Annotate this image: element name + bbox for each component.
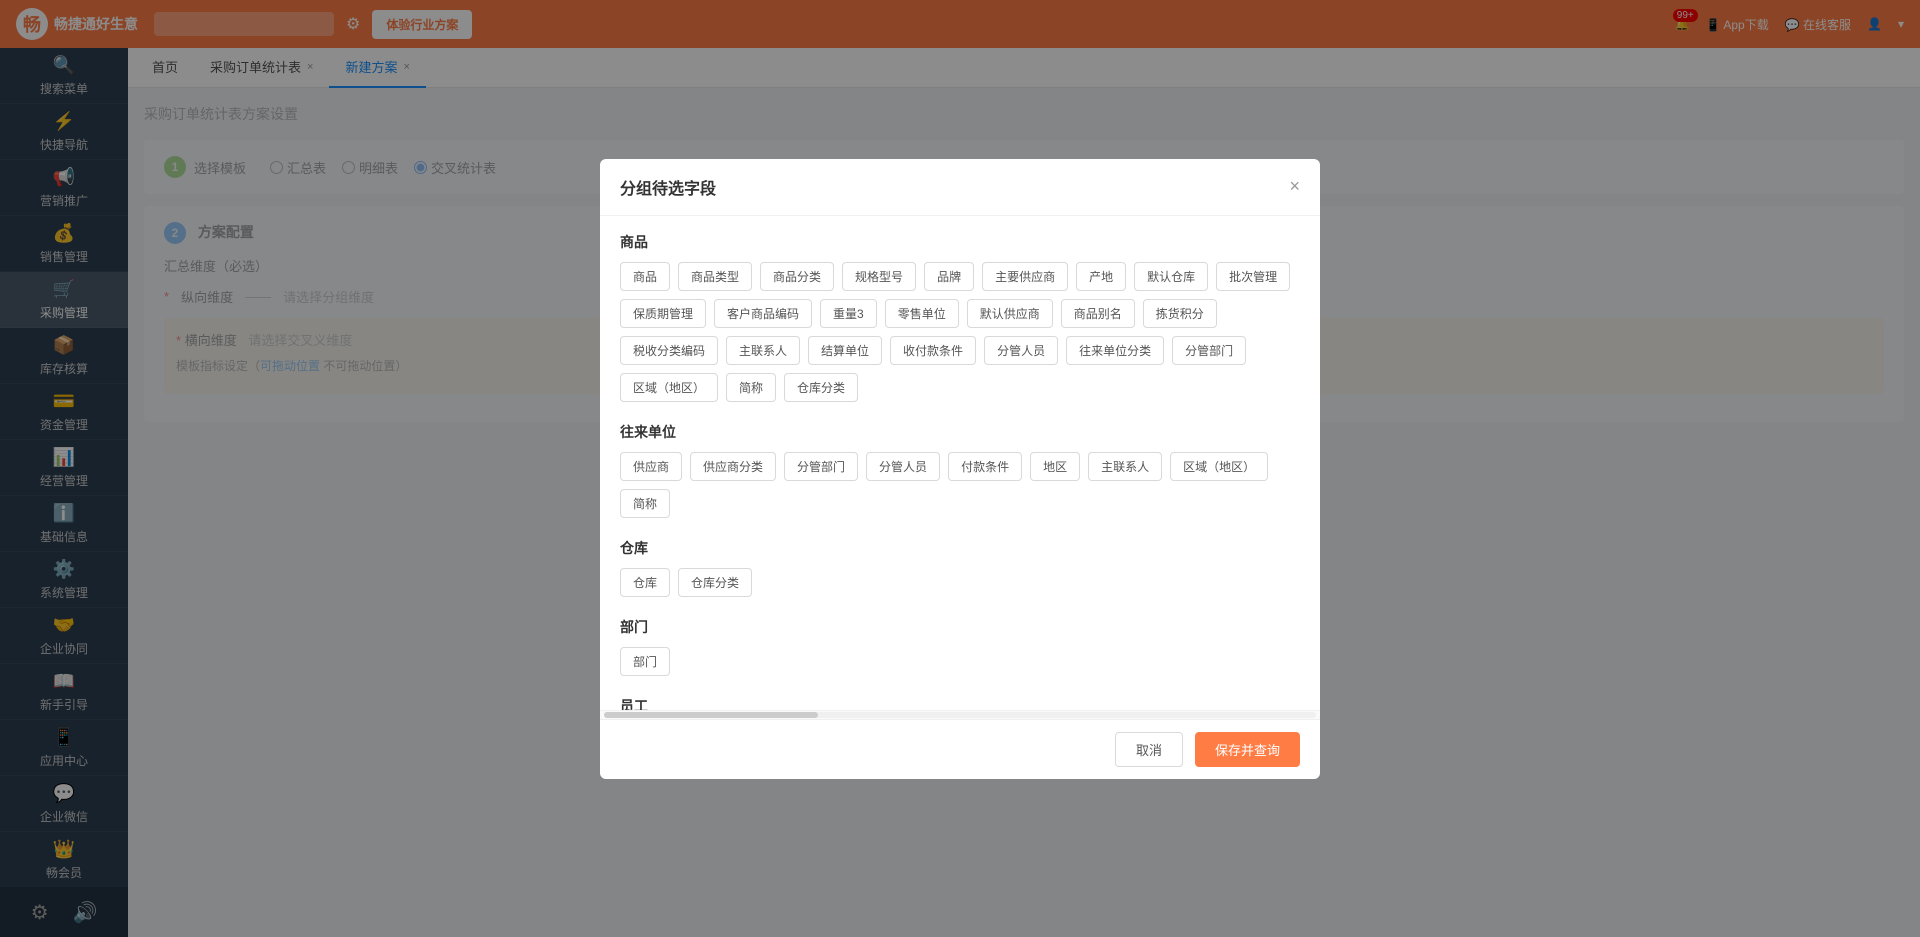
field-tag-default-warehouse[interactable]: 默认仓库 — [1134, 262, 1208, 291]
modal-footer: 取消 保存并查询 — [600, 719, 1320, 779]
modal-cancel-button[interactable]: 取消 — [1115, 732, 1183, 767]
category-warehouse-tags: 仓库 仓库分类 — [620, 568, 1300, 597]
field-tag-main-contact[interactable]: 主联系人 — [726, 336, 800, 365]
category-partner-tags: 供应商 供应商分类 分管部门 分管人员 付款条件 地区 主联系人 区域（地区） … — [620, 452, 1300, 518]
field-tag-product-alias[interactable]: 商品别名 — [1061, 299, 1135, 328]
field-tag-person-charge[interactable]: 分管人员 — [984, 336, 1058, 365]
field-tag-person-partner[interactable]: 分管人员 — [866, 452, 940, 481]
field-tag-customer-code[interactable]: 客户商品编码 — [714, 299, 812, 328]
category-warehouse-title: 仓库 — [620, 538, 1300, 558]
field-tag-product-type[interactable]: 商品类型 — [678, 262, 752, 291]
field-tag-settlement-unit[interactable]: 结算单位 — [808, 336, 882, 365]
category-product: 商品 商品 商品类型 商品分类 规格型号 品牌 主要供应商 产地 默认仓库 批次… — [620, 232, 1300, 402]
modal-confirm-button[interactable]: 保存并查询 — [1195, 732, 1300, 767]
field-tag-weight3[interactable]: 重量3 — [820, 299, 877, 328]
modal-horizontal-scrollbar[interactable] — [600, 710, 1320, 719]
field-tag-warehouse-cat[interactable]: 仓库分类 — [784, 373, 858, 402]
field-tag-dept-partner[interactable]: 分管部门 — [784, 452, 858, 481]
field-tag-quality-mgmt[interactable]: 保质期管理 — [620, 299, 706, 328]
field-tag-supplier[interactable]: 供应商 — [620, 452, 682, 481]
category-staff: 员工 业务员 — [620, 696, 1300, 710]
modal-close-button[interactable]: × — [1289, 176, 1300, 197]
modal-body[interactable]: 商品 商品 商品类型 商品分类 规格型号 品牌 主要供应商 产地 默认仓库 批次… — [600, 216, 1320, 710]
field-tag-warehouse[interactable]: 仓库 — [620, 568, 670, 597]
category-dept: 部门 部门 — [620, 617, 1300, 676]
category-dept-tags: 部门 — [620, 647, 1300, 676]
modal-header: 分组待选字段 × — [600, 159, 1320, 216]
category-staff-title: 员工 — [620, 696, 1300, 710]
field-tag-region-product[interactable]: 区域（地区） — [620, 373, 718, 402]
field-tag-partner-category[interactable]: 往来单位分类 — [1066, 336, 1164, 365]
category-product-title: 商品 — [620, 232, 1300, 252]
field-tag-pick-score[interactable]: 拣货积分 — [1143, 299, 1217, 328]
field-tag-tax-code[interactable]: 税收分类编码 — [620, 336, 718, 365]
field-tag-origin[interactable]: 产地 — [1076, 262, 1126, 291]
field-tag-dept-charge[interactable]: 分管部门 — [1172, 336, 1246, 365]
hscroll-track — [604, 712, 1316, 718]
field-tag-contact-partner[interactable]: 主联系人 — [1088, 452, 1162, 481]
field-tag-area-partner[interactable]: 区域（地区） — [1170, 452, 1268, 481]
field-tag-main-supplier[interactable]: 主要供应商 — [982, 262, 1068, 291]
category-warehouse: 仓库 仓库 仓库分类 — [620, 538, 1300, 597]
hscroll-thumb — [604, 712, 818, 718]
modal-title: 分组待选字段 — [620, 175, 716, 199]
category-product-tags: 商品 商品类型 商品分类 规格型号 品牌 主要供应商 产地 默认仓库 批次管理 … — [620, 262, 1300, 402]
field-tag-brand[interactable]: 品牌 — [924, 262, 974, 291]
category-dept-title: 部门 — [620, 617, 1300, 637]
field-tag-warehouse-category[interactable]: 仓库分类 — [678, 568, 752, 597]
field-tag-abbr-partner[interactable]: 简称 — [620, 489, 670, 518]
field-tag-spec-model[interactable]: 规格型号 — [842, 262, 916, 291]
field-tag-pay-terms[interactable]: 付款条件 — [948, 452, 1022, 481]
field-tag-supplier-cat[interactable]: 供应商分类 — [690, 452, 776, 481]
category-partner: 往来单位 供应商 供应商分类 分管部门 分管人员 付款条件 地区 主联系人 区域… — [620, 422, 1300, 518]
field-tag-retail-unit[interactable]: 零售单位 — [885, 299, 959, 328]
field-tag-abbr-product[interactable]: 简称 — [726, 373, 776, 402]
category-partner-title: 往来单位 — [620, 422, 1300, 442]
field-tag-batch-mgmt[interactable]: 批次管理 — [1216, 262, 1290, 291]
modal: 分组待选字段 × 商品 商品 商品类型 商品分类 规格型号 品牌 主要供应商 产… — [600, 159, 1320, 779]
field-tag-region-partner[interactable]: 地区 — [1030, 452, 1080, 481]
modal-overlay: 分组待选字段 × 商品 商品 商品类型 商品分类 规格型号 品牌 主要供应商 产… — [0, 0, 1920, 937]
field-tag-product[interactable]: 商品 — [620, 262, 670, 291]
field-tag-default-supplier[interactable]: 默认供应商 — [967, 299, 1053, 328]
field-tag-dept[interactable]: 部门 — [620, 647, 670, 676]
field-tag-product-category[interactable]: 商品分类 — [760, 262, 834, 291]
field-tag-payment-terms[interactable]: 收付款条件 — [890, 336, 976, 365]
